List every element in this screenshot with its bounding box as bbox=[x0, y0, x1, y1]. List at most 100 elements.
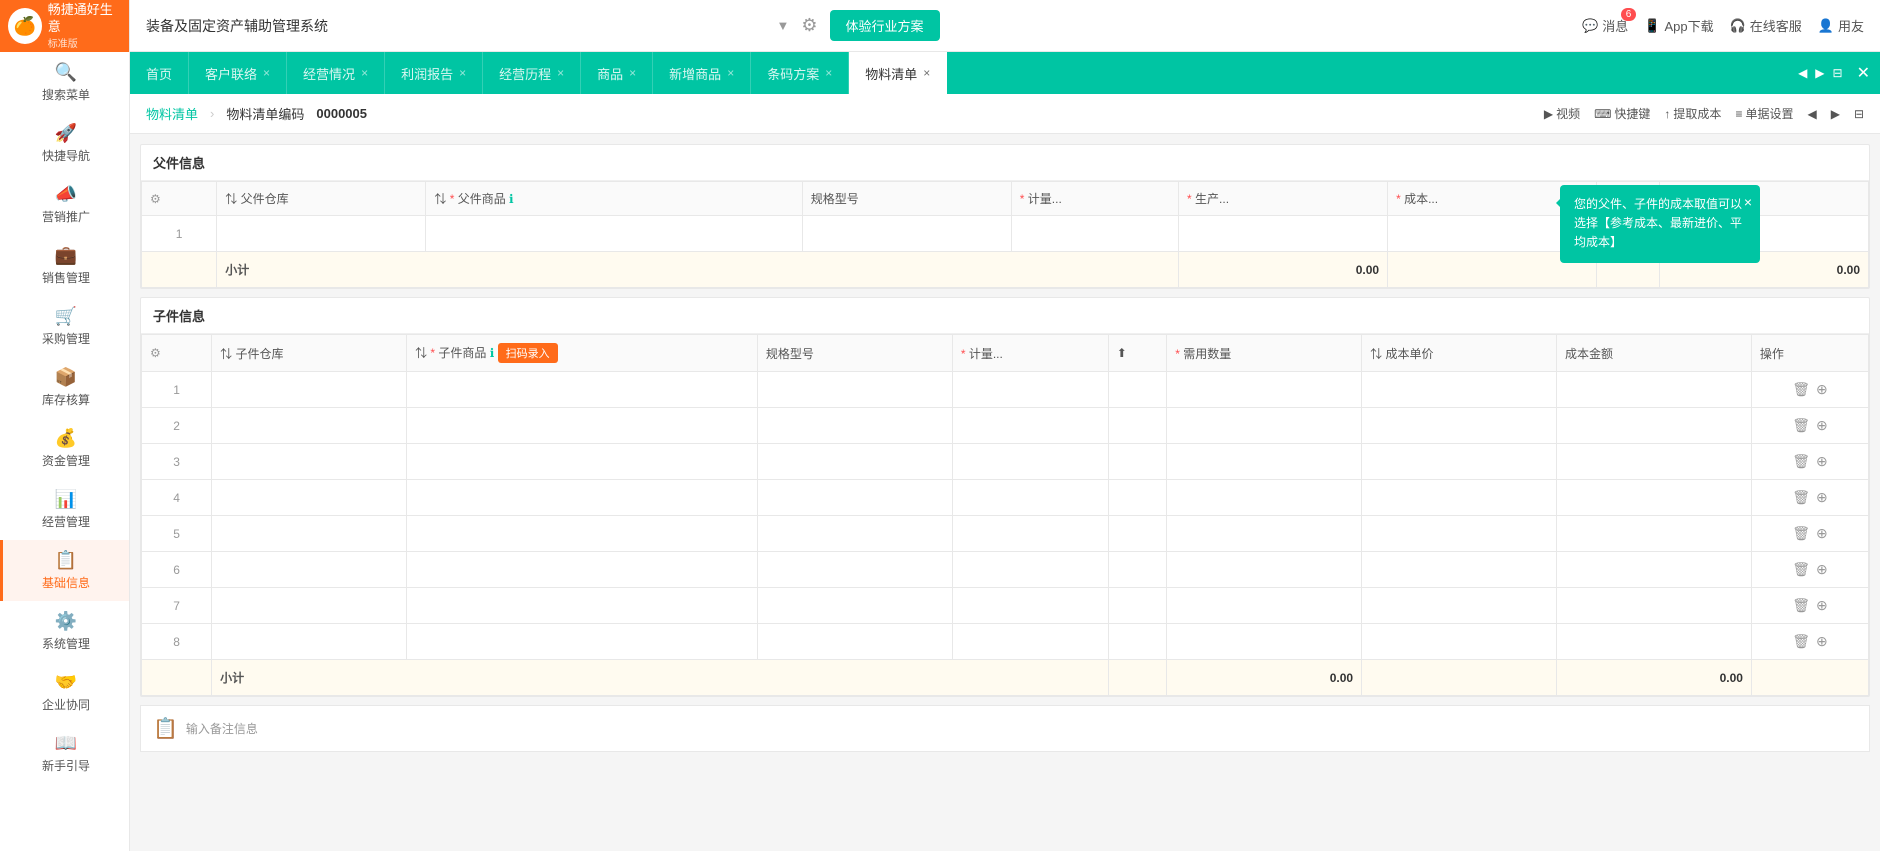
child-qty-cell[interactable] bbox=[1167, 552, 1362, 588]
tab-barcode[interactable]: 条码方案 × bbox=[751, 52, 849, 94]
tab-operations[interactable]: 经营情况 × bbox=[287, 52, 385, 94]
tab-new-product[interactable]: 新增商品 × bbox=[653, 52, 751, 94]
child-unit-cell[interactable] bbox=[952, 444, 1108, 480]
close-products-tab[interactable]: × bbox=[629, 66, 636, 80]
tab-history[interactable]: 经营历程 × bbox=[483, 52, 581, 94]
dropdown-arrow[interactable]: ▼ bbox=[777, 18, 790, 33]
sidebar-item-finance[interactable]: 💰 资金管理 bbox=[0, 418, 129, 479]
child-warehouse-cell[interactable] bbox=[212, 588, 407, 624]
sidebar-item-marketing[interactable]: 📣 营销推广 bbox=[0, 174, 129, 235]
child-qty-cell[interactable] bbox=[1167, 624, 1362, 660]
child-warehouse-cell[interactable] bbox=[212, 444, 407, 480]
child-warehouse-cell[interactable] bbox=[212, 480, 407, 516]
parent-warehouse-cell[interactable] bbox=[217, 216, 426, 252]
child-warehouse-cell[interactable] bbox=[212, 624, 407, 660]
child-warehouse-cell[interactable] bbox=[212, 372, 407, 408]
child-spec-cell[interactable] bbox=[757, 372, 952, 408]
sidebar-item-ops[interactable]: 📊 经营管理 bbox=[0, 479, 129, 540]
expand-icon[interactable]: ⊟ bbox=[1854, 107, 1864, 121]
close-history-tab[interactable]: × bbox=[557, 66, 564, 80]
breadcrumb-parent[interactable]: 物料清单 bbox=[146, 104, 198, 123]
child-unit-cell[interactable] bbox=[952, 516, 1108, 552]
online-service-button[interactable]: 🎧 在线客服 bbox=[1730, 16, 1802, 35]
child-unit-cell[interactable] bbox=[952, 588, 1108, 624]
child-unit-cell[interactable] bbox=[952, 372, 1108, 408]
copy-icon[interactable]: ⊕ bbox=[1816, 381, 1828, 398]
close-operations-tab[interactable]: × bbox=[361, 66, 368, 80]
tab-customers[interactable]: 客户联络 × bbox=[189, 52, 287, 94]
child-product-cell[interactable] bbox=[407, 588, 758, 624]
child-th-settings[interactable]: ⚙ bbox=[142, 335, 212, 372]
child-unit-cost-cell[interactable] bbox=[1362, 480, 1557, 516]
sidebar-item-sales[interactable]: 💼 销售管理 bbox=[0, 235, 129, 296]
tab-menu-arrow[interactable]: ⊟ bbox=[1829, 64, 1847, 82]
copy-icon[interactable]: ⊕ bbox=[1816, 525, 1828, 542]
copy-icon[interactable]: ⊕ bbox=[1816, 561, 1828, 578]
sidebar-item-quicknav[interactable]: 🚀 快捷导航 bbox=[0, 113, 129, 174]
child-warehouse-cell[interactable] bbox=[212, 552, 407, 588]
child-spec-cell[interactable] bbox=[757, 588, 952, 624]
delete-icon[interactable]: 🗑 bbox=[1792, 633, 1810, 650]
parent-produce-cell[interactable] bbox=[1179, 216, 1388, 252]
scan-button[interactable]: 扫码录入 bbox=[498, 343, 558, 363]
sidebar-item-purchase[interactable]: 🛒 采购管理 bbox=[0, 296, 129, 357]
child-unit-cost-cell[interactable] bbox=[1362, 516, 1557, 552]
delete-icon[interactable]: 🗑 bbox=[1792, 417, 1810, 434]
child-qty-cell[interactable] bbox=[1167, 588, 1362, 624]
child-product-cell[interactable] bbox=[407, 480, 758, 516]
child-spec-cell[interactable] bbox=[757, 624, 952, 660]
sidebar-item-collab[interactable]: 🤝 企业协同 bbox=[0, 662, 129, 723]
child-unit-cost-cell[interactable] bbox=[1362, 408, 1557, 444]
delete-icon[interactable]: 🗑 bbox=[1792, 489, 1810, 506]
child-qty-cell[interactable] bbox=[1167, 408, 1362, 444]
child-product-cell[interactable] bbox=[407, 552, 758, 588]
child-product-cell[interactable] bbox=[407, 372, 758, 408]
app-download-button[interactable]: 📱 App下载 bbox=[1644, 16, 1713, 35]
child-warehouse-cell[interactable] bbox=[212, 516, 407, 552]
child-spec-cell[interactable] bbox=[757, 408, 952, 444]
close-profit-tab[interactable]: × bbox=[459, 66, 466, 80]
child-spec-cell[interactable] bbox=[757, 516, 952, 552]
child-product-cell[interactable] bbox=[407, 516, 758, 552]
child-qty-cell[interactable] bbox=[1167, 480, 1362, 516]
child-qty-cell[interactable] bbox=[1167, 444, 1362, 480]
parent-product-cell[interactable] bbox=[426, 216, 802, 252]
tab-prev-arrow[interactable]: ◀ bbox=[1794, 64, 1811, 82]
shortcut-action[interactable]: ⌨ 快捷键 bbox=[1594, 105, 1650, 122]
child-unit-cost-cell[interactable] bbox=[1362, 552, 1557, 588]
child-qty-cell[interactable] bbox=[1167, 516, 1362, 552]
delete-icon[interactable]: 🗑 bbox=[1792, 525, 1810, 542]
child-spec-cell[interactable] bbox=[757, 552, 952, 588]
delete-icon[interactable]: 🗑 bbox=[1792, 453, 1810, 470]
sidebar-item-guide[interactable]: 📖 新手引导 bbox=[0, 723, 129, 784]
child-unit-cost-cell[interactable] bbox=[1362, 372, 1557, 408]
close-new-product-tab[interactable]: × bbox=[727, 66, 734, 80]
child-product-cell[interactable] bbox=[407, 444, 758, 480]
child-unit-cell[interactable] bbox=[952, 408, 1108, 444]
child-spec-cell[interactable] bbox=[757, 480, 952, 516]
tab-profit[interactable]: 利润报告 × bbox=[385, 52, 483, 94]
child-product-cell[interactable] bbox=[407, 624, 758, 660]
close-barcode-tab[interactable]: × bbox=[825, 66, 832, 80]
close-customers-tab[interactable]: × bbox=[263, 66, 270, 80]
parent-unit-cell[interactable] bbox=[1011, 216, 1178, 252]
user-menu[interactable]: 👤 用友 bbox=[1818, 16, 1864, 35]
delete-icon[interactable]: 🗑 bbox=[1792, 561, 1810, 578]
copy-icon[interactable]: ⊕ bbox=[1816, 453, 1828, 470]
child-unit-cell[interactable] bbox=[952, 624, 1108, 660]
copy-icon[interactable]: ⊕ bbox=[1816, 417, 1828, 434]
close-all-tabs[interactable]: ✕ bbox=[1847, 63, 1880, 83]
tab-bom[interactable]: 物料清单 × bbox=[849, 52, 947, 94]
copy-icon[interactable]: ⊕ bbox=[1816, 597, 1828, 614]
child-unit-cost-cell[interactable] bbox=[1362, 624, 1557, 660]
tab-home[interactable]: 首页 bbox=[130, 52, 189, 94]
tab-next-arrow[interactable]: ▶ bbox=[1811, 64, 1828, 82]
notes-placeholder[interactable]: 输入备注信息 bbox=[186, 720, 258, 737]
sidebar-item-basic[interactable]: 📋 基础信息 bbox=[0, 540, 129, 601]
child-product-cell[interactable] bbox=[407, 408, 758, 444]
trial-button[interactable]: 体验行业方案 bbox=[830, 10, 940, 41]
child-spec-cell[interactable] bbox=[757, 444, 952, 480]
tooltip-close-button[interactable]: × bbox=[1744, 191, 1752, 213]
messages-button[interactable]: 💬 消息 6 bbox=[1582, 16, 1628, 35]
delete-icon[interactable]: 🗑 bbox=[1792, 381, 1810, 398]
